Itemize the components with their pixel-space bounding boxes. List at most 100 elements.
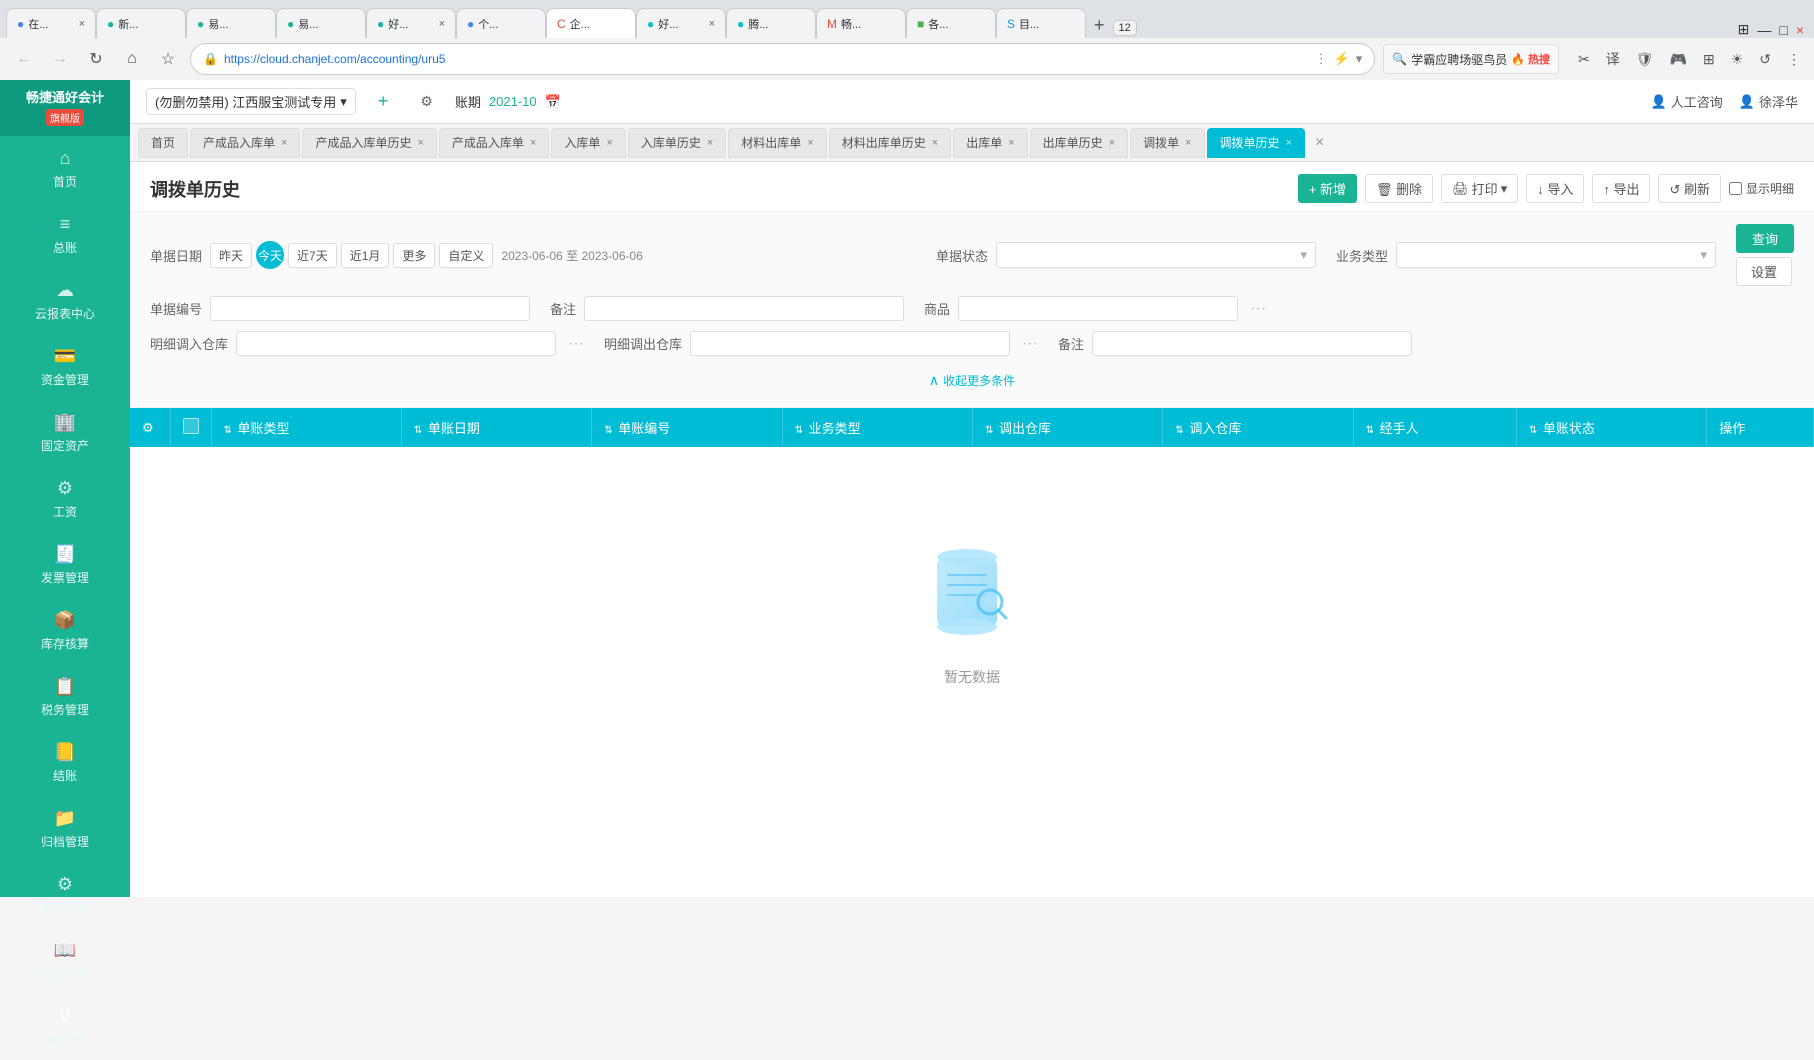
sidebar-item-guide[interactable]: 📖 新手引导	[0, 928, 130, 994]
sidebar-item-closing[interactable]: 📒 结账	[0, 730, 130, 796]
sidebar-logo[interactable]: 畅捷通好会计 旗舰版	[0, 80, 130, 136]
doc-no-input[interactable]	[210, 296, 530, 321]
sidebar-item-cloud-report[interactable]: ☁ 云报表中心	[0, 268, 130, 334]
tab-outbound[interactable]: 出库单 ×	[953, 128, 1027, 158]
th-status[interactable]: ⇅ 单账状态	[1516, 408, 1706, 447]
gear-icon[interactable]: ⚙	[142, 420, 154, 435]
tab-fg-inbound-close[interactable]: ×	[281, 137, 287, 149]
tab-out-close[interactable]: ×	[1008, 137, 1014, 149]
tab-material-outbound[interactable]: 材料出库单 ×	[728, 128, 826, 158]
scissors-icon[interactable]: ✂	[1575, 48, 1593, 71]
settings-gear-button[interactable]: ⚙	[410, 89, 443, 114]
tab-inbound-hist-close[interactable]: ×	[707, 137, 713, 149]
browser-tab-5[interactable]: ● 好... ×	[366, 8, 456, 38]
tab-close-8[interactable]: ×	[709, 18, 715, 30]
browser-tab-3[interactable]: ● 易...	[186, 8, 276, 38]
filter-collapse-button[interactable]: ∧ 收起更多条件	[150, 366, 1794, 395]
tab-material-outbound-history[interactable]: 材料出库单历史 ×	[829, 128, 951, 158]
settings-button-filter[interactable]: 设置	[1736, 257, 1792, 286]
tab-transfer-close[interactable]: ×	[1185, 137, 1191, 149]
detail-in-more-icon[interactable]: ···	[568, 335, 584, 353]
remark-input[interactable]	[584, 296, 904, 321]
import-button[interactable]: ↓ 导入	[1526, 174, 1584, 203]
tab-fg-inbound-hist-close[interactable]: ×	[417, 137, 423, 149]
undo-icon[interactable]: ↺	[1756, 48, 1774, 71]
sidebar-item-inventory[interactable]: 📦 库存核算	[0, 598, 130, 664]
sidebar-item-settings[interactable]: ⚙ 基础设置	[0, 862, 130, 928]
sidebar-item-vip[interactable]: V 畅会员	[0, 994, 130, 1060]
search-bar[interactable]: 🔍 学霸应聘场驱鸟员 🔥 热搜	[1383, 44, 1559, 74]
detail-out-input[interactable]	[690, 331, 1010, 356]
date-yesterday-btn[interactable]: 昨天	[210, 243, 252, 268]
tab-transfer-hist-close[interactable]: ×	[1286, 137, 1292, 149]
tab-transfer[interactable]: 调拨单 ×	[1130, 128, 1204, 158]
sidebar-item-fixed-assets[interactable]: 🏢 固定资产	[0, 400, 130, 466]
tab-inbound[interactable]: 入库单 ×	[551, 128, 625, 158]
translate-icon[interactable]: 译	[1603, 46, 1623, 72]
delete-button[interactable]: 🗑 删除	[1365, 174, 1433, 203]
sidebar-item-payroll[interactable]: ⚙ 工资	[0, 466, 130, 532]
sidebar-item-tax[interactable]: 📋 税务管理	[0, 664, 130, 730]
tab-outbound-history[interactable]: 出库单历史 ×	[1030, 128, 1128, 158]
period-selector[interactable]: 账期 2021-10 📅	[455, 92, 561, 111]
browser-tab-6[interactable]: ● 个...	[456, 8, 546, 38]
goods-more-icon[interactable]: ···	[1250, 300, 1266, 318]
biz-type-dropdown[interactable]: ▾	[1396, 242, 1716, 268]
sidebar-item-general-ledger[interactable]: ≡ 总账	[0, 202, 130, 268]
game-icon[interactable]: 🎮	[1667, 48, 1690, 71]
browser-tab-11[interactable]: ■ 各...	[906, 8, 996, 38]
tab-out-hist-close[interactable]: ×	[1109, 137, 1115, 149]
tab-inbound-history[interactable]: 入库单历史 ×	[628, 128, 726, 158]
sidebar-item-archive[interactable]: 📁 归档管理	[0, 796, 130, 862]
add-company-button[interactable]: +	[368, 87, 399, 116]
date-7days-btn[interactable]: 近7天	[288, 243, 337, 268]
browser-tab-4[interactable]: ● 易...	[276, 8, 366, 38]
detail-out-more-icon[interactable]: ···	[1022, 335, 1038, 353]
sidebar-item-fund[interactable]: 💳 资金管理	[0, 334, 130, 400]
reload-button[interactable]: ↻	[82, 45, 110, 73]
company-selector[interactable]: (勿删勿禁用) 江西服宝测试专用 ▾	[146, 88, 356, 115]
th-out-wh[interactable]: ⇅ 调出仓库	[972, 408, 1162, 447]
tab-close-1[interactable]: ×	[79, 18, 85, 30]
tab-mat-out-close[interactable]: ×	[807, 137, 813, 149]
user-profile-button[interactable]: 👤 徐泽华	[1739, 92, 1798, 111]
tab-transfer-history[interactable]: 调拨单历史 ×	[1207, 128, 1305, 158]
sidebar-item-home[interactable]: ⌂ 首页	[0, 136, 130, 202]
show-columns-toggle[interactable]: 显示明细	[1729, 180, 1794, 197]
browser-tab-8[interactable]: ● 好... ×	[636, 8, 726, 38]
goods-input[interactable]	[958, 296, 1238, 321]
help-button[interactable]: 👤 人工咨询	[1651, 92, 1723, 111]
th-handler[interactable]: ⇅ 经手人	[1353, 408, 1516, 447]
th-gear[interactable]: ⚙	[130, 408, 170, 447]
status-dropdown[interactable]: ▾	[996, 242, 1316, 268]
more-icon[interactable]: ⋮	[1784, 48, 1804, 71]
refresh-button[interactable]: ↺ 刷新	[1658, 174, 1721, 203]
shield-icon[interactable]: 🛡	[1633, 48, 1657, 71]
forward-button[interactable]: →	[46, 45, 74, 73]
header-checkbox[interactable]	[183, 418, 199, 434]
window-grid-icon[interactable]: ⊞	[1738, 21, 1750, 38]
window-close-icon[interactable]: ×	[1796, 22, 1804, 38]
th-biz-type[interactable]: ⇅ 业务类型	[782, 408, 972, 447]
tab-finished-goods-inbound2[interactable]: 产成品入库单 ×	[439, 128, 549, 158]
th-date[interactable]: ⇅ 单账日期	[401, 408, 591, 447]
browser-tab-2[interactable]: ● 新...	[96, 8, 186, 38]
tabs-close-all-icon[interactable]: ×	[1315, 134, 1324, 152]
window-minimize-icon[interactable]: —	[1757, 22, 1771, 38]
tab-finished-goods-inbound-history[interactable]: 产成品入库单历史 ×	[302, 128, 436, 158]
export-button[interactable]: ↑ 导出	[1592, 174, 1650, 203]
back-button[interactable]: ←	[10, 45, 38, 73]
home-button[interactable]: ⌂	[118, 45, 146, 73]
th-type[interactable]: ⇅ 单账类型	[211, 408, 401, 447]
tab-mat-out-hist-close[interactable]: ×	[932, 137, 938, 149]
date-custom-btn[interactable]: 自定义	[439, 243, 493, 268]
print-button[interactable]: 🖨 打印 ▾	[1441, 174, 1518, 203]
date-more-btn[interactable]: 更多	[393, 243, 435, 268]
tab-fg-inbound2-close[interactable]: ×	[530, 137, 536, 149]
query-button[interactable]: 查询	[1736, 224, 1794, 253]
tab-home[interactable]: 首页	[138, 128, 188, 158]
th-no[interactable]: ⇅ 单账编号	[592, 408, 782, 447]
grid-icon[interactable]: ⊞	[1700, 48, 1718, 71]
browser-tab-9[interactable]: ● 腾...	[726, 8, 816, 38]
browser-tab-10[interactable]: M 畅...	[816, 8, 906, 38]
